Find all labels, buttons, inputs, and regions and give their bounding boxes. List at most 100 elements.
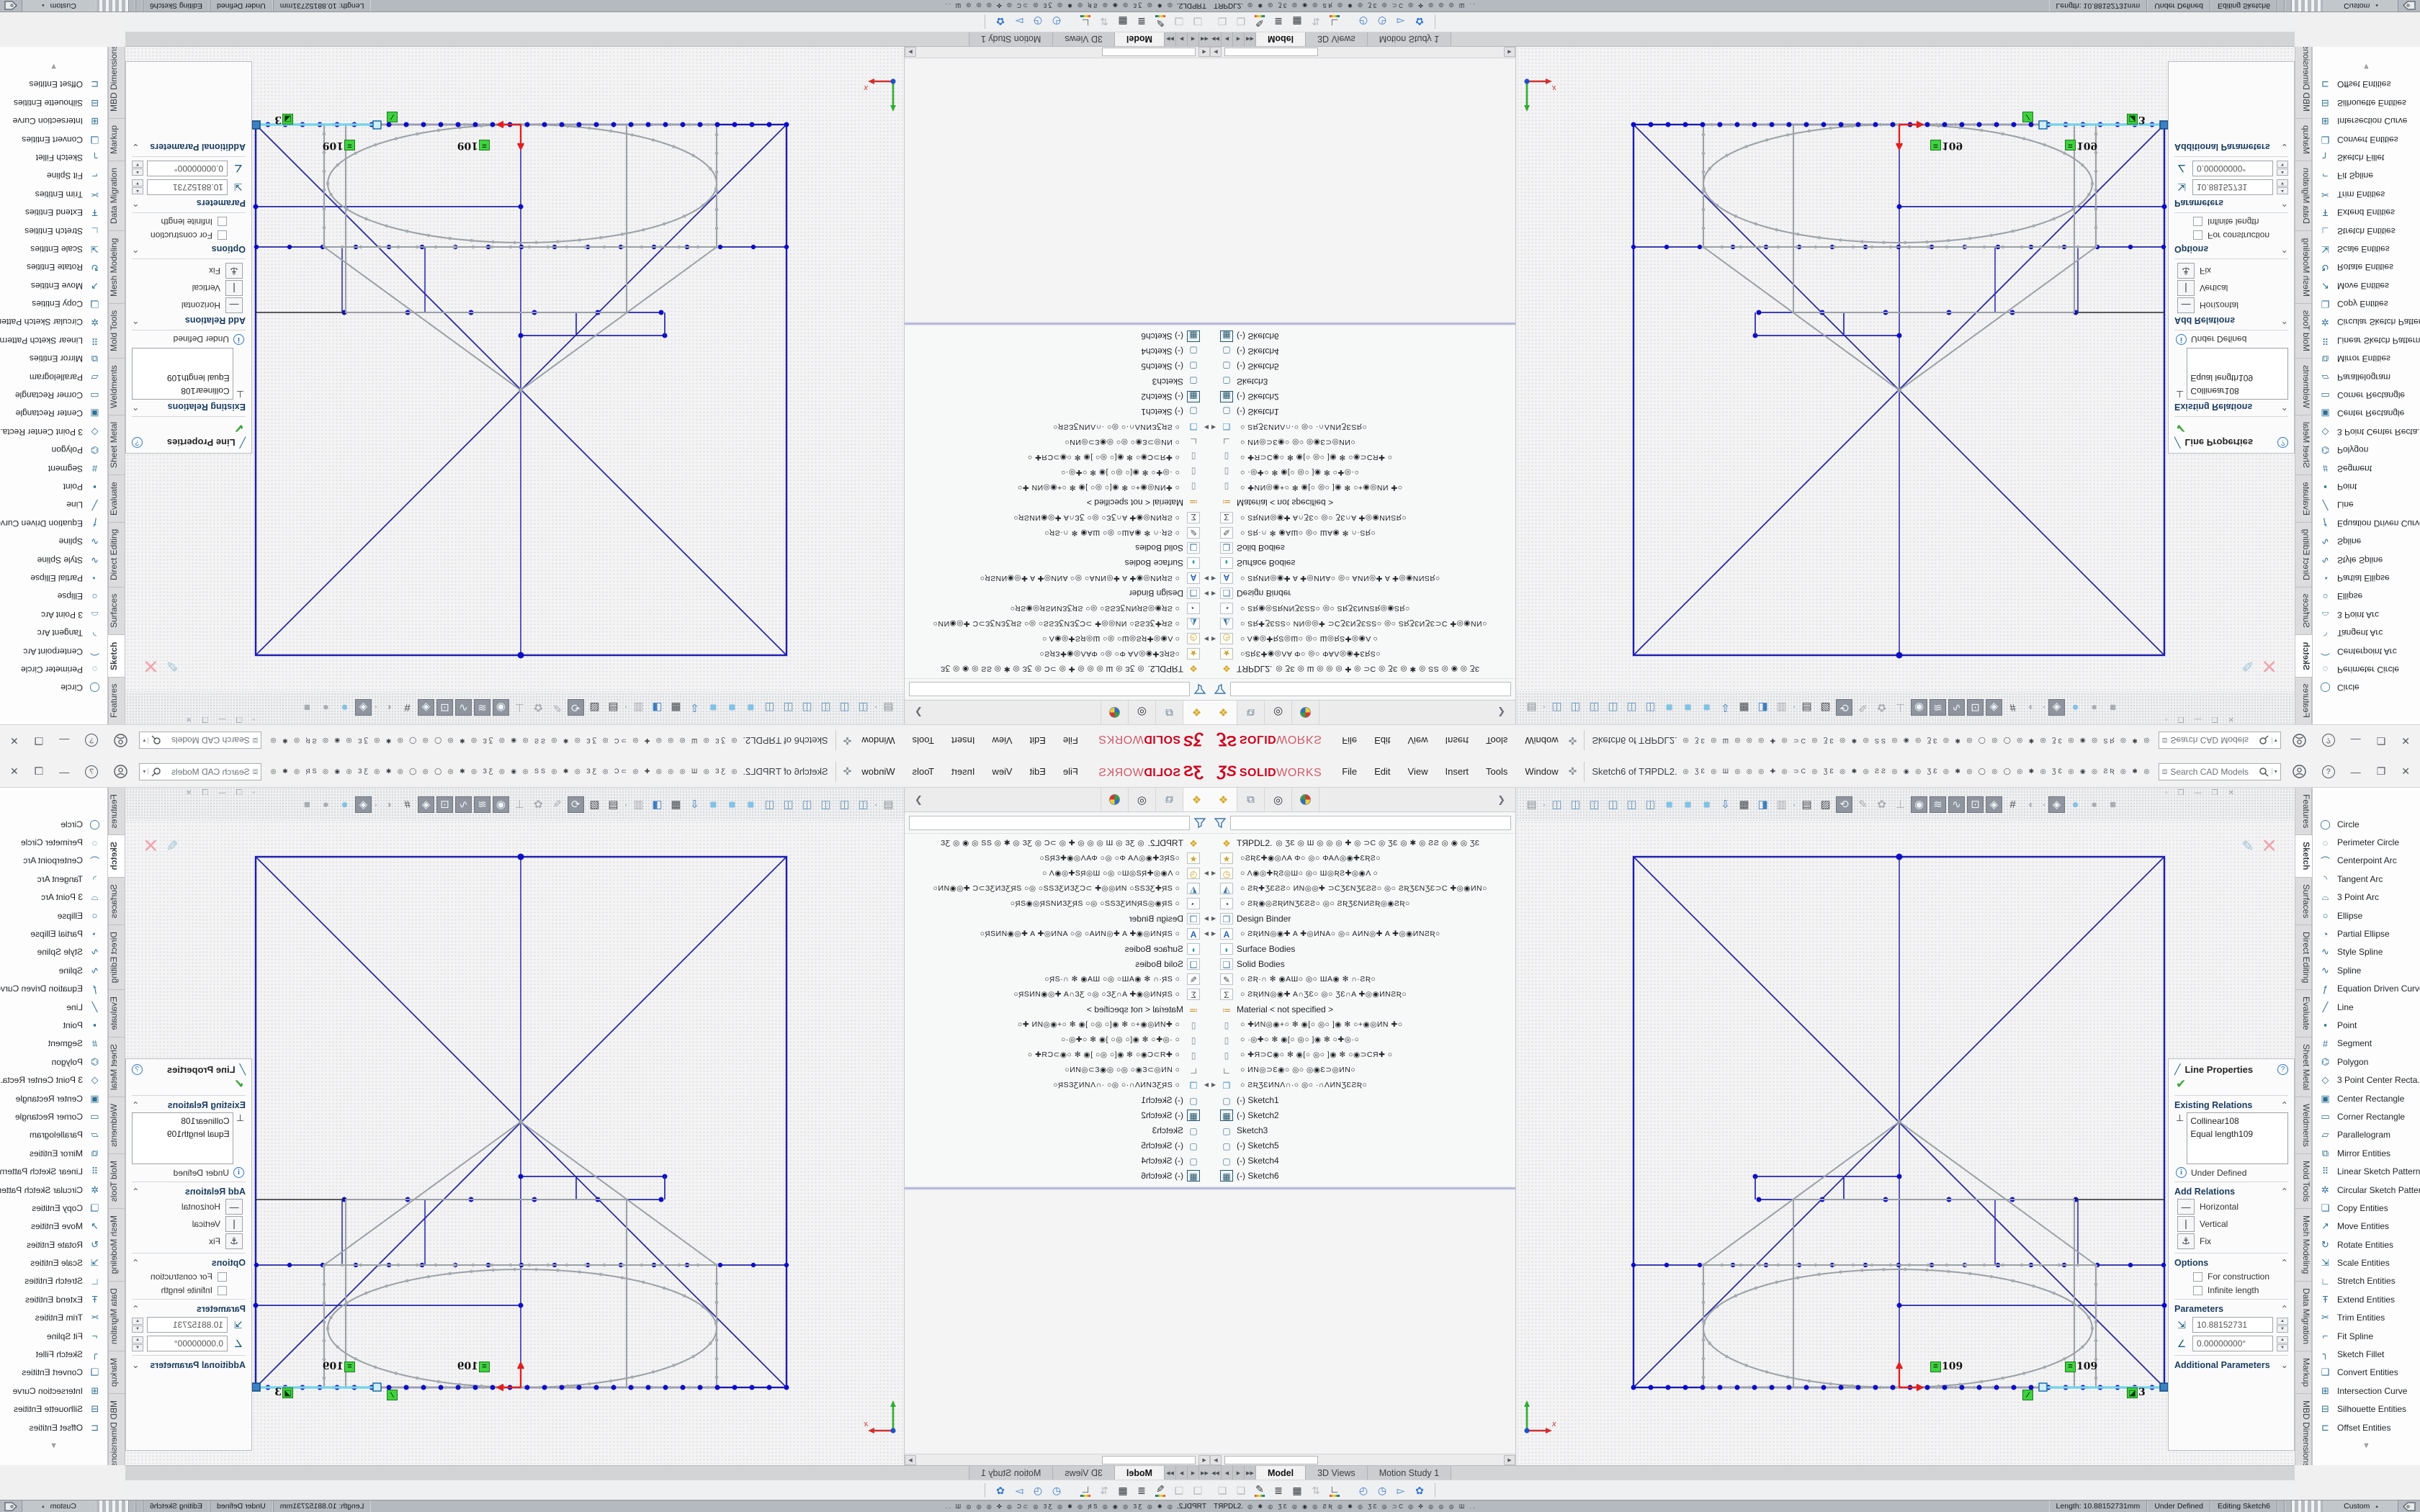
featuremanager-tab[interactable]: ◎ [1128, 701, 1155, 724]
sketch-tool-item[interactable]: ∿ Style Spline [0, 551, 107, 569]
sketch-tool-item[interactable]: ⊞ Intersection Curve [2313, 112, 2420, 130]
relation-badge-sketch[interactable]: ◪ 3 [2127, 1387, 2146, 1398]
unit-system-dropdown[interactable]: Custom ▴ [22, 1500, 97, 1512]
toolbar-icon[interactable]: ≋ [1930, 796, 1946, 813]
relation-badge-equal[interactable]: = 109 [1930, 140, 1963, 151]
menu-item[interactable]: Edit [1374, 766, 1390, 777]
panel-flyout-chevron-icon[interactable]: ❯ [915, 707, 923, 719]
commandmanager-tab[interactable]: Sheet Metal [2295, 1038, 2312, 1097]
tree-row[interactable]: ▶ ∟ ○ ИΝ◎⊃Ɛ◉○ ◎○ ◎◉Ɛ⊃◎ИΝ○ [1211, 1062, 1515, 1077]
checkbox[interactable] [2193, 1286, 2202, 1295]
relation-button-icon[interactable]: — [225, 297, 243, 313]
toolbar-icon[interactable]: ■ [743, 700, 759, 716]
sketch-tool-item[interactable]: ƒ Equation Driven Curve [0, 980, 107, 998]
spinner-down-icon[interactable]: ▼ [2277, 161, 2288, 168]
toolbar-icon[interactable]: ■ [299, 700, 315, 716]
sketch-tool-item[interactable]: ⌒ Centerpoint Arc [0, 852, 107, 870]
toolbar-icon[interactable]: ◫ [1642, 700, 1659, 716]
format-toolbar-icon[interactable]: ◷ [1030, 1482, 1046, 1498]
exit-sketch-icon[interactable]: ✎ [2242, 837, 2254, 855]
sketch-tool-item[interactable]: ✂ Trim Entities [0, 1309, 107, 1327]
sketch-tool-item[interactable]: ◌ Perimeter Circle [0, 833, 107, 851]
tree-row[interactable]: ▶ ▯ ○ ✚Я⊃C◉○ ✻ ◉[○ ◎○ ]◉ ✻ ○◉⊃CЯ✚ ○ [1211, 1047, 1515, 1062]
tree-row[interactable]: ▶ ▢ (-) Sketch4 [1211, 1153, 1515, 1168]
relation-badge-equal[interactable]: = 109 [323, 1361, 355, 1372]
sketch-tool-item[interactable]: ⧉ Mirror Entities [0, 350, 107, 368]
spinner-up-icon[interactable]: ▲ [2277, 1318, 2288, 1325]
sketch-tool-item[interactable]: ▪ Point [0, 1016, 107, 1034]
tree-row[interactable]: ▶ ◗ Surface Bodies [905, 941, 1209, 956]
tree-filter-input[interactable] [909, 816, 1190, 830]
format-toolbar-icon[interactable]: ▻ [1393, 1482, 1409, 1498]
toolbar-icon[interactable]: · [2042, 796, 2046, 813]
tree-row[interactable]: ▶ ✎ ○ ƧƦ·∩ ✻ ◉ΑШ○ ◎○ ШΑ◉ ✻ ∩·ƧƦ○ [905, 971, 1209, 986]
tab-nav-icon[interactable]: ◀ [1222, 32, 1233, 46]
tree-row[interactable]: ▶ ❒ Design Binder [1211, 586, 1515, 601]
tree-row[interactable]: ▶ Σ ○ ƧƦИΝ◎◉✚ Α∩ƷƐ○ ◎○ ƷƐ∩Α ✚◎◉ИΝƧƦ○ [905, 510, 1209, 526]
commandmanager-tab[interactable]: Sheet Metal [2295, 415, 2312, 474]
filter-funnel-icon[interactable] [1214, 684, 1226, 696]
search-input[interactable]: ⧈ Search CAD Models ▾ [139, 763, 261, 780]
ok-button[interactable]: ✔ [132, 1077, 244, 1092]
toolbar-icon[interactable]: ∿ [1948, 700, 1965, 716]
tree-row[interactable]: ▶ ❖ TЯPDL2. ◎ ƷƐ ◎ Ш ◎ ◎ ◎ ✚ ◎ ⊃C ◎ ƷƐ ◎… [1211, 835, 1515, 850]
toolbar-icon[interactable]: ⊥ [1892, 796, 1909, 813]
commandmanager-tab[interactable]: Weldments [2295, 1097, 2312, 1154]
tree-row[interactable]: ▶ ★ ○ƧƦƐ✚◉◎ΛΑ Φ○ ◎○ ΦΑΛ◎◉✚ƐƦƧ○ [905, 850, 1209, 865]
toolbar-icon[interactable]: ▥ [630, 796, 647, 813]
tag-icon[interactable] [2403, 1502, 2416, 1511]
toolbar-icon[interactable]: ⇩ [686, 700, 703, 716]
tag-icon[interactable] [2403, 1, 2416, 11]
sketch-tool-item[interactable]: ◔ Partial Ellipse [0, 924, 107, 942]
toolbar-icon[interactable]: ▨ [1817, 700, 1834, 716]
format-toolbar-icon[interactable]: ≣ [1134, 14, 1150, 30]
commandmanager-tab[interactable]: MBD Dimensions [108, 1394, 125, 1465]
relation-badge-collinear[interactable]: ∕ [387, 1390, 398, 1400]
add-relation-row[interactable]: ❘ Vertical [2177, 280, 2288, 296]
format-toolbar-icon[interactable]: ◴ [1355, 14, 1371, 30]
toolbar-icon[interactable]: ▦ [1736, 700, 1752, 716]
tree-row[interactable]: ▶ ◷ ○ Λ◉◎✚ƦƧ◎Ш○ ◎○ Ш◎ƦƧ✚◎◉Λ ○ [905, 865, 1209, 881]
tree-row[interactable]: ▶ ▢ (-) Sketch5 [1211, 359, 1515, 374]
exit-sketch-icon[interactable]: ✎ [166, 837, 179, 855]
featuremanager-tab[interactable] [1101, 788, 1128, 811]
toolbar-icon[interactable]: · [1542, 796, 1546, 813]
tree-row[interactable]: ▶ ❖ TЯPDL2. ◎ ƷƐ ◎ Ш ◎ ◎ ◎ ✚ ◎ ⊃C ◎ ƷƐ ◎… [905, 662, 1209, 677]
minimize-button[interactable]: — [59, 766, 69, 778]
search-icon[interactable] [151, 767, 161, 777]
sketch-tool-item[interactable]: # Segment [2313, 1035, 2420, 1053]
sketch-tool-item[interactable]: ⊏ Offset Entities [2313, 76, 2420, 94]
toolbar-icon[interactable]: ▤ [1523, 700, 1540, 716]
menu-item[interactable]: Edit [1374, 735, 1390, 746]
spinner-up-icon[interactable]: ▲ [2277, 188, 2288, 195]
toolbar-icon[interactable]: ⇩ [686, 796, 703, 813]
toolbar-icon[interactable]: ◐ [380, 796, 397, 813]
add-relation-row[interactable]: ❘ Vertical [132, 280, 243, 296]
spinner-up-icon[interactable]: ▲ [132, 169, 143, 176]
collapse-icon[interactable]: ⌃ [2281, 198, 2288, 209]
format-toolbar-icon[interactable]: ✎ [1252, 1482, 1268, 1498]
sketch-tool-item[interactable]: ▱ Parallelogram [0, 1126, 107, 1144]
add-relation-row[interactable]: ❘ Vertical [2177, 1216, 2288, 1232]
toolbar-icon[interactable]: ⟲ [568, 796, 584, 813]
tree-row[interactable]: ▶ A ○ ƧƦИΝ◎◉✚ Α ✚◎ИΝΑ○ ◎○ ΑИΝ◎✚ Α ✚◎◉ИΝƧ… [905, 926, 1209, 941]
search-dropdown-icon[interactable]: ▾ [2272, 737, 2277, 744]
commandmanager-tab[interactable]: Features [108, 788, 125, 835]
toolbar-icon[interactable]: # [2004, 700, 2021, 716]
checkbox[interactable] [2193, 1272, 2202, 1282]
format-toolbar-icon[interactable]: ◷ [1030, 14, 1046, 30]
sketch-tool-item[interactable]: ↻ Rotate Entities [2313, 258, 2420, 276]
sketch-tool-item[interactable]: ▭ Corner Rectangle [2313, 1107, 2420, 1125]
search-input[interactable]: ⧈ Search CAD Models ▾ [139, 732, 261, 750]
document-tab[interactable]: Motion Study 1 [1368, 32, 1451, 46]
add-relation-row[interactable]: ⚓ Fix [132, 263, 243, 279]
toolbar-icon[interactable]: ◫ [817, 796, 834, 813]
format-toolbar-icon[interactable] [1345, 1482, 1353, 1498]
sketch-tool-item[interactable]: ↗ Move Entities [0, 276, 107, 294]
exit-sketch-icon[interactable]: ✎ [166, 657, 179, 675]
format-toolbar-icon[interactable]: ✎ [1152, 1482, 1168, 1498]
sketch-tool-item[interactable]: ✲ Circular Sketch Pattern [2313, 313, 2420, 331]
spinner-up-icon[interactable]: ▲ [132, 1318, 143, 1325]
tree-row[interactable]: ▶ ▦ (-) Sketch6 [905, 329, 1209, 344]
sketch-tool-item[interactable]: ✲ Circular Sketch Pattern [2313, 1181, 2420, 1199]
